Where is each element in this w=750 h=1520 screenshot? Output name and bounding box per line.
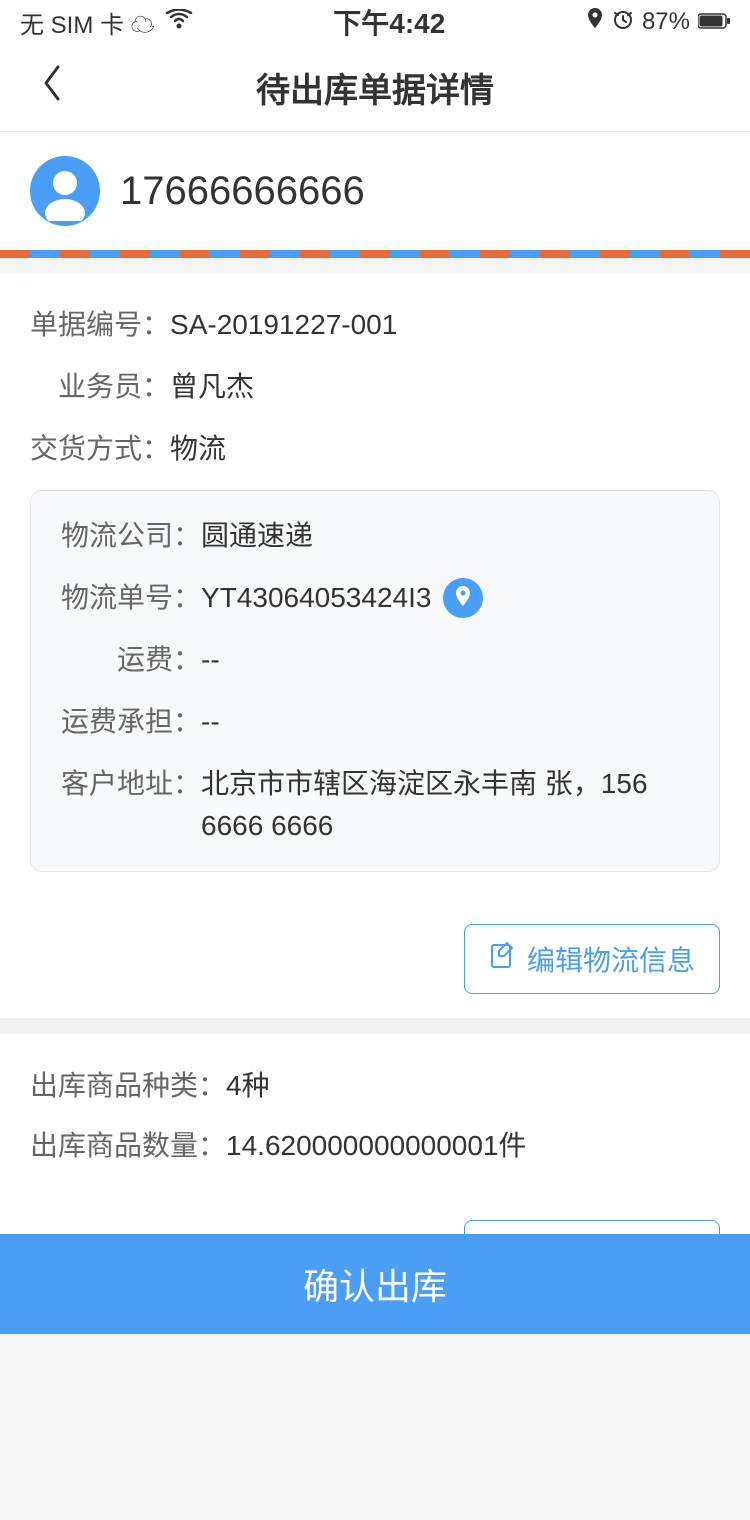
delivery-value: 物流	[170, 428, 720, 470]
goods-quantity-row: 出库商品数量： 14.620000000000001件	[30, 1124, 720, 1164]
alarm-icon	[612, 8, 634, 37]
delivery-label: 交货方式：	[30, 428, 170, 470]
salesman-row: 业务员： 曾凡杰	[30, 366, 720, 408]
basic-info-section: 单据编号： SA-20191227-001 业务员： 曾凡杰 交货方式： 物流 …	[0, 274, 750, 908]
logistics-tracking-value: YT43064053424I3	[201, 577, 689, 619]
logistics-tracking-row: 物流单号： YT43064053424I3	[61, 577, 689, 619]
goods-type-row: 出库商品种类： 4种	[30, 1064, 720, 1104]
logistics-company-label: 物流公司：	[61, 515, 201, 557]
user-phone: 17666666666	[120, 169, 365, 214]
sim-status: 无 SIM 卡 ☁	[20, 5, 155, 40]
goods-quantity-value: 14.620000000000001件	[226, 1124, 720, 1164]
document-number-row: 单据编号： SA-20191227-001	[30, 304, 720, 346]
status-bar: 无 SIM 卡 ☁ 下午4:42 87%	[0, 0, 750, 44]
document-value: SA-20191227-001	[170, 304, 720, 346]
freight-bearer-row: 运费承担： --	[61, 701, 689, 743]
salesman-label: 业务员：	[30, 366, 170, 408]
address-row: 客户地址： 北京市市辖区海淀区永丰南 张，156 6666 6666	[61, 763, 689, 847]
user-header: 17666666666	[0, 132, 750, 250]
section-divider	[0, 1018, 750, 1034]
status-right: 87%	[586, 8, 730, 37]
confirm-button-text: 确认出库	[303, 1258, 447, 1310]
logistics-card: 物流公司： 圆通速递 物流单号： YT43064053424I3 运费： -- …	[30, 490, 720, 872]
goods-type-label: 出库商品种类：	[30, 1064, 226, 1104]
status-time: 下午4:42	[333, 2, 445, 42]
avatar	[30, 156, 100, 226]
goods-type-value: 4种	[226, 1064, 720, 1104]
address-label: 客户地址：	[61, 763, 201, 805]
delivery-row: 交货方式： 物流	[30, 428, 720, 470]
bottom-spacer	[0, 1320, 750, 1520]
edit-logistics-label: 编辑物流信息	[527, 939, 695, 979]
dashed-separator	[0, 250, 750, 258]
battery-percentage: 87%	[642, 8, 690, 36]
nav-bar: 待出库单据详情	[0, 44, 750, 132]
status-left: 无 SIM 卡 ☁	[20, 5, 193, 40]
goods-section: 出库商品种类： 4种 出库商品数量： 14.620000000000001件	[0, 1034, 750, 1204]
freight-label: 运费：	[61, 639, 201, 681]
wifi-icon	[165, 8, 193, 36]
tracking-map-icon[interactable]	[443, 578, 483, 618]
logistics-company-row: 物流公司： 圆通速递	[61, 515, 689, 557]
tracking-number-text: YT43064053424I3	[201, 577, 431, 619]
edit-icon	[489, 942, 517, 977]
back-button[interactable]	[30, 53, 74, 122]
confirm-button-area[interactable]: 确认出库	[0, 1234, 750, 1334]
page-title: 待出库单据详情	[256, 63, 494, 112]
logistics-tracking-label: 物流单号：	[61, 577, 201, 619]
location-icon	[586, 8, 604, 37]
goods-quantity-label: 出库商品数量：	[30, 1124, 226, 1164]
address-value: 北京市市辖区海淀区永丰南 张，156 6666 6666	[201, 763, 689, 847]
logistics-company-value: 圆通速递	[201, 515, 689, 557]
edit-btn-row: 编辑物流信息	[0, 908, 750, 1018]
freight-value: --	[201, 639, 689, 681]
edit-logistics-button[interactable]: 编辑物流信息	[464, 924, 720, 994]
battery-icon	[698, 8, 730, 36]
salesman-value: 曾凡杰	[170, 366, 720, 408]
document-label: 单据编号：	[30, 304, 170, 346]
freight-bearer-label: 运费承担：	[61, 701, 201, 743]
freight-bearer-value: --	[201, 701, 689, 743]
freight-row: 运费： --	[61, 639, 689, 681]
